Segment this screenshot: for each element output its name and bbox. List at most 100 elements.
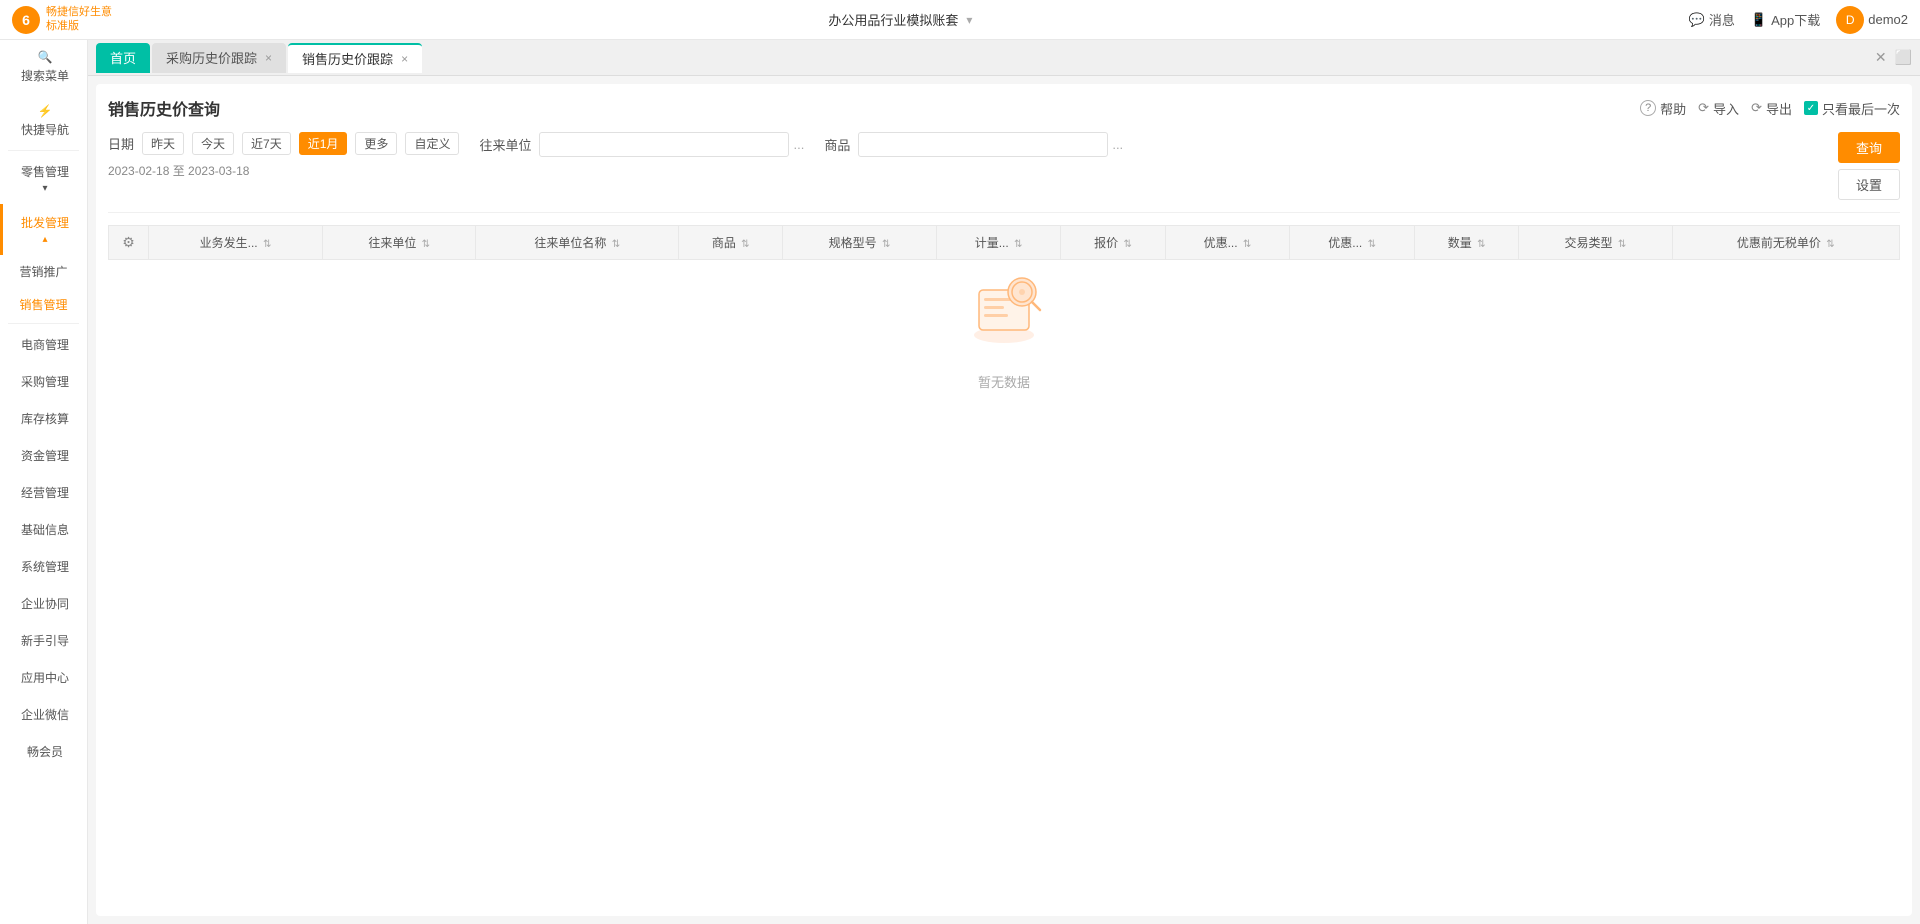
- page-inner: 销售历史价查询 ? 帮助 ⟳ 导入 ⟳ 导出: [96, 84, 1912, 916]
- th-quantity[interactable]: 数量 ⇅: [1415, 226, 1519, 260]
- date-btn-today[interactable]: 今天: [192, 132, 234, 155]
- checkmark-icon: ✓: [1807, 103, 1815, 114]
- sidebar-item-inventory[interactable]: 库存核算: [0, 400, 87, 437]
- th-spec-label: 规格型号: [829, 236, 877, 250]
- date-btn-more[interactable]: 更多: [355, 132, 397, 155]
- th-business-date-label: 业务发生...: [200, 236, 258, 250]
- th-product[interactable]: 商品 ⇅: [679, 226, 783, 260]
- sidebar: 🔍 搜索菜单 ⚡ 快捷导航 零售管理 ▾ 批发管理 ▴ 营销推广 销售管理 电商…: [0, 40, 88, 924]
- sidebar-item-enterprise[interactable]: 企业协同: [0, 585, 87, 622]
- tab-purchase-history[interactable]: 采购历史价跟踪 ×: [152, 43, 286, 73]
- top-bar-right: 💬 消息 📱 App下载 D demo2: [1689, 6, 1908, 34]
- date-btn-yesterday[interactable]: 昨天: [142, 132, 184, 155]
- window-controls: ✕ ⬜: [1875, 49, 1912, 66]
- import-button[interactable]: ⟳ 导入: [1698, 99, 1739, 118]
- th-business-date[interactable]: 业务发生... ⇅: [149, 226, 323, 260]
- source-unit-label: 往来单位: [479, 135, 531, 154]
- th-unit[interactable]: 计量... ⇅: [936, 226, 1061, 260]
- sidebar-item-wholesale[interactable]: 批发管理 ▴: [0, 204, 87, 255]
- th-discount2-label: 优惠...: [1328, 236, 1362, 250]
- sidebar-item-finance[interactable]: 资金管理: [0, 437, 87, 474]
- sidebar-item-app-center[interactable]: 应用中心: [0, 659, 87, 696]
- sidebar-label-marketing: 营销推广: [19, 265, 67, 279]
- date-filter-section: 日期 昨天 今天 近7天 近1月 更多 自定义 2023-02-18 至 202…: [108, 132, 459, 179]
- sidebar-item-guide[interactable]: 新手引导: [0, 622, 87, 659]
- export-icon: ⟳: [1751, 100, 1762, 116]
- filter-buttons: 查询 设置: [1838, 132, 1900, 200]
- retail-chevron-down-icon: ▾: [42, 183, 47, 194]
- th-unit-code[interactable]: 往来单位 ⇅: [322, 226, 475, 260]
- empty-state: 暂无数据: [108, 260, 1900, 391]
- tab-sales-history-close-icon[interactable]: ×: [401, 52, 408, 66]
- settings-button[interactable]: 设置: [1838, 169, 1900, 200]
- view-last-label: 只看最后一次: [1822, 99, 1900, 118]
- th-discount2[interactable]: 优惠... ⇅: [1290, 226, 1415, 260]
- window-maximize-icon[interactable]: ⬜: [1895, 49, 1912, 66]
- main-layout: 🔍 搜索菜单 ⚡ 快捷导航 零售管理 ▾ 批发管理 ▴ 营销推广 销售管理 电商…: [0, 40, 1920, 924]
- product-input-group: ...: [858, 132, 1123, 157]
- window-close-icon[interactable]: ✕: [1875, 49, 1887, 66]
- top-bar: 6 畅捷信好生意 标准版 办公用品行业模拟账套 ▾ 💬 消息 📱 App下载 D…: [0, 0, 1920, 40]
- th-pre-discount-price[interactable]: 优惠前无税单价 ⇅: [1672, 226, 1899, 260]
- workspace-selector[interactable]: 办公用品行业模拟账套 ▾: [828, 10, 972, 29]
- search-icon: 🔍: [38, 50, 53, 64]
- th-unit-name-label: 往来单位名称: [534, 236, 606, 250]
- sidebar-item-wechat[interactable]: 企业微信: [0, 696, 87, 733]
- top-bar-left: 6 畅捷信好生意 标准版: [12, 6, 112, 34]
- th-quantity-label: 数量: [1448, 236, 1472, 250]
- sidebar-item-operation[interactable]: 经营管理: [0, 474, 87, 511]
- sidebar-item-sales[interactable]: 销售管理: [0, 288, 87, 321]
- view-last-checkbox[interactable]: ✓ 只看最后一次: [1804, 99, 1900, 118]
- product-dots[interactable]: ...: [1112, 137, 1123, 152]
- import-label: 导入: [1713, 99, 1739, 118]
- sidebar-item-ecommerce[interactable]: 电商管理: [0, 326, 87, 363]
- tab-purchase-history-close-icon[interactable]: ×: [265, 51, 272, 65]
- message-button[interactable]: 💬 消息: [1689, 10, 1735, 29]
- table-settings-th[interactable]: ⚙: [109, 226, 149, 260]
- th-discount1[interactable]: 优惠... ⇅: [1165, 226, 1290, 260]
- sort-icon-quantity: ⇅: [1477, 239, 1485, 250]
- product-input[interactable]: [858, 132, 1108, 157]
- sidebar-label-guide: 新手引导: [21, 632, 69, 649]
- checkbox-checked-icon: ✓: [1804, 101, 1818, 115]
- sort-icon-product: ⇅: [741, 239, 749, 250]
- source-unit-input[interactable]: [539, 132, 789, 157]
- help-button[interactable]: ? 帮助: [1640, 99, 1686, 118]
- sidebar-item-purchase[interactable]: 采购管理: [0, 363, 87, 400]
- product-row: 商品 ...: [824, 132, 1123, 157]
- sidebar-label-inventory: 库存核算: [21, 410, 69, 427]
- tab-sales-history[interactable]: 销售历史价跟踪 ×: [288, 43, 422, 73]
- th-unit-name[interactable]: 往来单位名称 ⇅: [476, 226, 679, 260]
- sidebar-label-search: 搜索菜单: [21, 67, 69, 84]
- th-price[interactable]: 报价 ⇅: [1061, 226, 1165, 260]
- th-transaction-type-label: 交易类型: [1565, 236, 1613, 250]
- source-unit-filter: 往来单位 ...: [479, 132, 804, 157]
- app-download-button[interactable]: 📱 App下载: [1751, 10, 1820, 29]
- query-button[interactable]: 查询: [1838, 132, 1900, 163]
- logo-icon: 6: [12, 6, 40, 34]
- export-button[interactable]: ⟳ 导出: [1751, 99, 1792, 118]
- sidebar-item-retail[interactable]: 零售管理 ▾: [0, 153, 87, 204]
- tab-home[interactable]: 首页: [96, 43, 150, 73]
- tab-home-label: 首页: [110, 48, 136, 67]
- app-label: App下载: [1771, 10, 1820, 29]
- sidebar-item-member[interactable]: 畅会员: [0, 733, 87, 770]
- th-transaction-type[interactable]: 交易类型 ⇅: [1519, 226, 1672, 260]
- sidebar-item-basic[interactable]: 基础信息: [0, 511, 87, 548]
- table-settings-gear-icon[interactable]: ⚙: [122, 234, 135, 250]
- help-label: 帮助: [1660, 99, 1686, 118]
- sidebar-item-marketing[interactable]: 营销推广: [0, 255, 87, 288]
- sidebar-item-search[interactable]: 🔍 搜索菜单: [0, 40, 87, 94]
- sidebar-divider-2: [8, 323, 79, 324]
- sort-icon-discount2: ⇅: [1368, 239, 1376, 250]
- table-header-row: ⚙ 业务发生... ⇅ 往来单位 ⇅: [109, 226, 1900, 260]
- source-unit-dots[interactable]: ...: [793, 137, 804, 152]
- sidebar-item-system[interactable]: 系统管理: [0, 548, 87, 585]
- date-btn-custom[interactable]: 自定义: [405, 132, 459, 155]
- date-btn-1month[interactable]: 近1月: [299, 132, 348, 155]
- date-btn-7days[interactable]: 近7天: [242, 132, 291, 155]
- logo-text: 畅捷信好生意 标准版: [46, 6, 112, 32]
- user-profile[interactable]: D demo2: [1836, 6, 1908, 34]
- th-spec[interactable]: 规格型号 ⇅: [783, 226, 936, 260]
- sidebar-item-shortcut[interactable]: ⚡ 快捷导航: [0, 94, 87, 148]
